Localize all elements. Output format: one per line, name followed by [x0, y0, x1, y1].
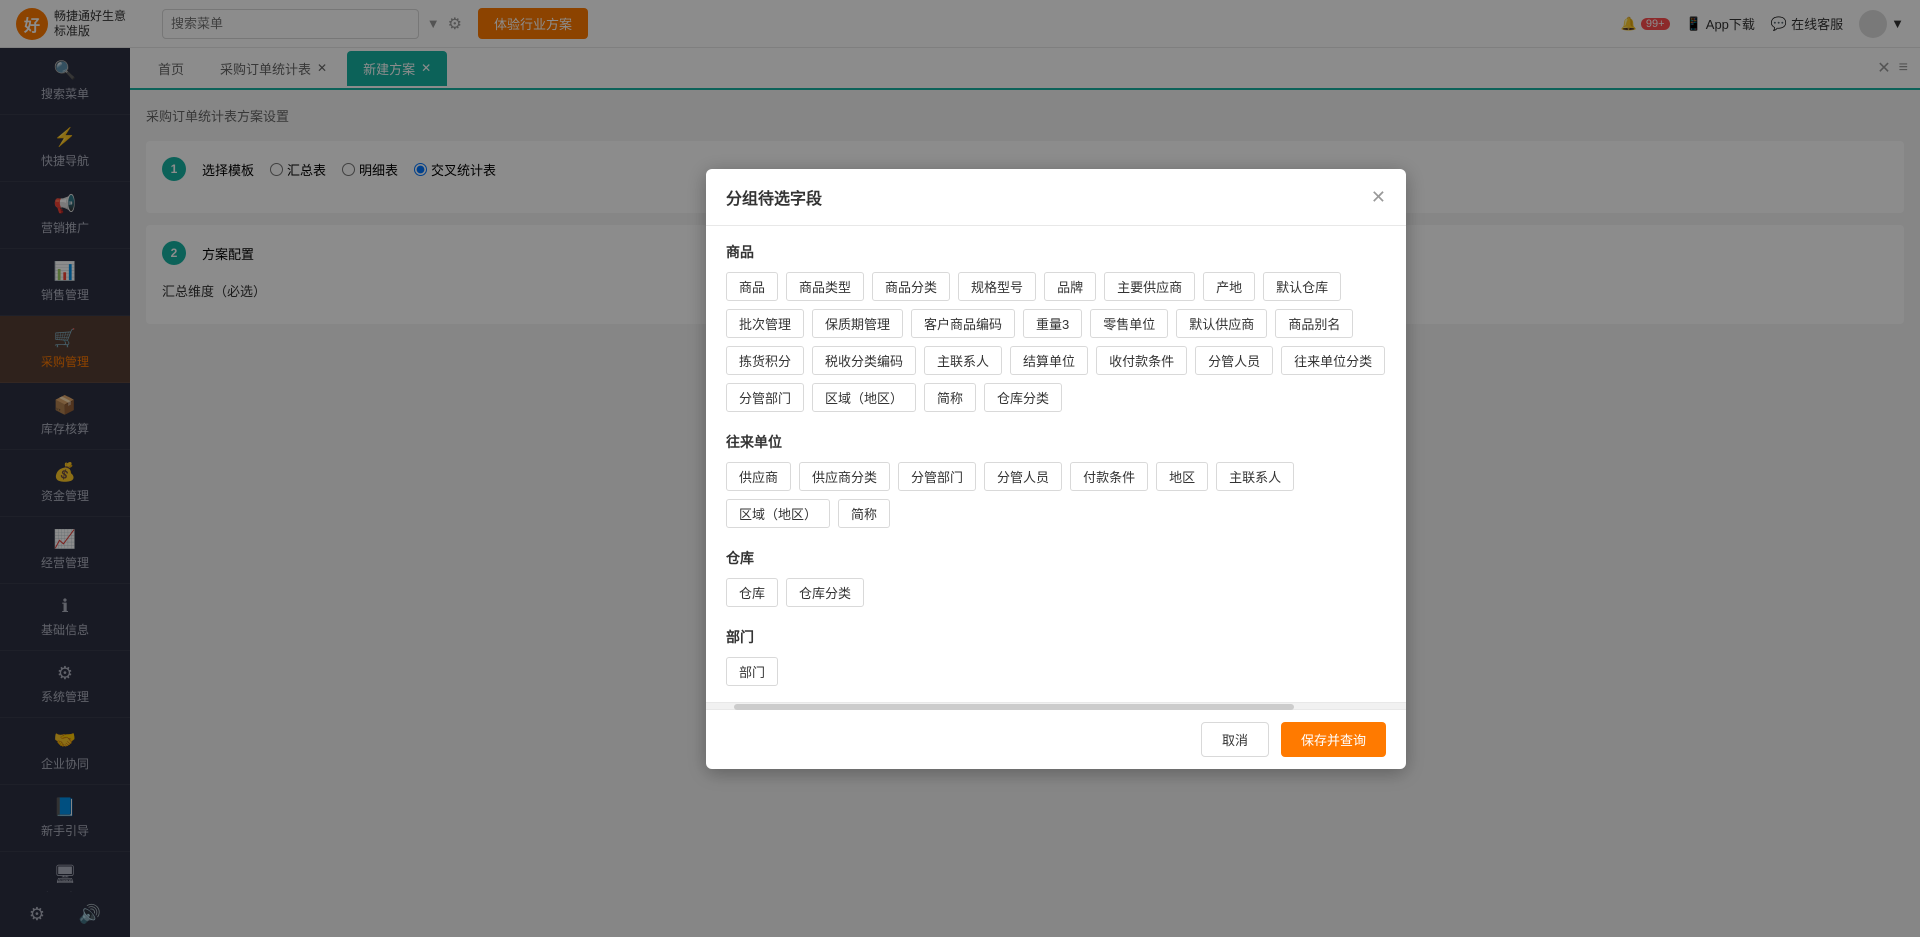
- field-tag-0-16[interactable]: 税收分类编码: [812, 346, 916, 375]
- field-tag-0-25[interactable]: 仓库分类: [984, 383, 1062, 412]
- scrollbar-thumb: [734, 704, 1294, 710]
- section-title-0: 商品: [726, 242, 1386, 262]
- modal-footer: 取消 保存并查询: [706, 709, 1406, 769]
- field-tag-0-22[interactable]: 分管部门: [726, 383, 804, 412]
- field-tag-0-15[interactable]: 拣货积分: [726, 346, 804, 375]
- modal-body: 商品商品商品类型商品分类规格型号品牌主要供应商产地默认仓库批次管理保质期管理客户…: [706, 226, 1406, 703]
- field-tag-0-23[interactable]: 区域（地区）: [812, 383, 916, 412]
- field-tag-0-11[interactable]: 重量3: [1023, 309, 1082, 338]
- modal-header: 分组待选字段 ✕: [706, 169, 1406, 226]
- field-tag-0-5[interactable]: 主要供应商: [1104, 272, 1195, 301]
- modal-close-icon[interactable]: ✕: [1371, 188, 1386, 206]
- section-title-2: 仓库: [726, 548, 1386, 568]
- modal-title: 分组待选字段: [726, 185, 822, 209]
- confirm-button[interactable]: 保存并查询: [1281, 722, 1386, 757]
- field-tag-1-1[interactable]: 供应商分类: [799, 462, 890, 491]
- field-tag-0-4[interactable]: 品牌: [1044, 272, 1096, 301]
- field-tag-1-3[interactable]: 分管人员: [984, 462, 1062, 491]
- field-tag-0-2[interactable]: 商品分类: [872, 272, 950, 301]
- field-tag-0-9[interactable]: 保质期管理: [812, 309, 903, 338]
- section-0: 商品商品商品类型商品分类规格型号品牌主要供应商产地默认仓库批次管理保质期管理客户…: [726, 242, 1386, 412]
- field-tag-1-4[interactable]: 付款条件: [1070, 462, 1148, 491]
- field-tag-3-0[interactable]: 部门: [726, 657, 778, 686]
- field-tag-1-7[interactable]: 区域（地区）: [726, 499, 830, 528]
- field-tag-0-19[interactable]: 收付款条件: [1096, 346, 1187, 375]
- section-1: 往来单位供应商供应商分类分管部门分管人员付款条件地区主联系人区域（地区） 简称: [726, 432, 1386, 528]
- modal-horizontal-scrollbar[interactable]: [706, 702, 1406, 708]
- field-tag-0-17[interactable]: 主联系人: [924, 346, 1002, 375]
- field-tag-0-1[interactable]: 商品类型: [786, 272, 864, 301]
- section-title-3: 部门: [726, 627, 1386, 647]
- cancel-button[interactable]: 取消: [1201, 722, 1269, 757]
- section-title-1: 往来单位: [726, 432, 1386, 452]
- field-tag-0-0[interactable]: 商品: [726, 272, 778, 301]
- field-tag-0-8[interactable]: 批次管理: [726, 309, 804, 338]
- field-tags-3: 部门: [726, 657, 1386, 686]
- field-tag-0-13[interactable]: 默认供应商: [1176, 309, 1267, 338]
- field-selection-modal: 分组待选字段 ✕ 商品商品商品类型商品分类规格型号品牌主要供应商产地默认仓库批次…: [706, 169, 1406, 769]
- field-tag-0-6[interactable]: 产地: [1203, 272, 1255, 301]
- section-2: 仓库仓库仓库分类: [726, 548, 1386, 607]
- field-tag-0-14[interactable]: 商品别名: [1275, 309, 1353, 338]
- field-tag-0-3[interactable]: 规格型号: [958, 272, 1036, 301]
- field-tag-2-0[interactable]: 仓库: [726, 578, 778, 607]
- field-tag-0-24[interactable]: 简称: [924, 383, 976, 412]
- field-tags-2: 仓库仓库分类: [726, 578, 1386, 607]
- field-tag-1-0[interactable]: 供应商: [726, 462, 791, 491]
- section-3: 部门部门: [726, 627, 1386, 686]
- field-tag-0-7[interactable]: 默认仓库: [1263, 272, 1341, 301]
- field-tag-1-5[interactable]: 地区: [1156, 462, 1208, 491]
- field-tag-0-12[interactable]: 零售单位: [1090, 309, 1168, 338]
- field-tag-0-20[interactable]: 分管人员: [1195, 346, 1273, 375]
- field-tag-0-18[interactable]: 结算单位: [1010, 346, 1088, 375]
- field-tags-0: 商品商品类型商品分类规格型号品牌主要供应商产地默认仓库批次管理保质期管理客户商品…: [726, 272, 1386, 412]
- field-tag-2-1[interactable]: 仓库分类: [786, 578, 864, 607]
- field-tag-0-10[interactable]: 客户商品编码: [911, 309, 1015, 338]
- field-tag-1-2[interactable]: 分管部门: [898, 462, 976, 491]
- field-tag-1-6[interactable]: 主联系人: [1216, 462, 1294, 491]
- field-tags-1: 供应商供应商分类分管部门分管人员付款条件地区主联系人区域（地区） 简称: [726, 462, 1386, 528]
- field-tag-0-21[interactable]: 往来单位分类: [1281, 346, 1385, 375]
- field-tag-1-8[interactable]: 简称: [838, 499, 890, 528]
